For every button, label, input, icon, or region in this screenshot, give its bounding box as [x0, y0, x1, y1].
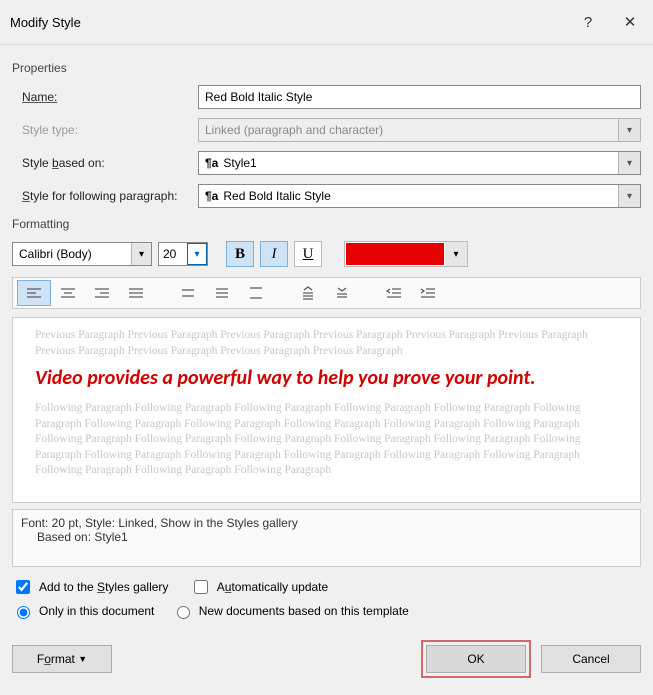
- format-button[interactable]: Format ▼: [12, 645, 112, 673]
- add-to-gallery-checkbox[interactable]: Add to the Styles gallery: [12, 577, 168, 597]
- help-button[interactable]: ?: [567, 8, 609, 36]
- chevron-down-icon: ▾: [618, 119, 640, 141]
- paragraph-toolbar: [12, 277, 641, 309]
- properties-heading: Properties: [12, 61, 641, 75]
- style-type-label: Style type:: [12, 123, 198, 137]
- style-description: Font: 20 pt, Style: Linked, Show in the …: [12, 509, 641, 567]
- preview-next-paragraph: Following Paragraph Following Paragraph …: [35, 401, 622, 479]
- pilcrow-icon: ¶a: [205, 189, 218, 203]
- space-before-dec-button[interactable]: [325, 280, 359, 306]
- style-type-combo: Linked (paragraph and character) ▾: [198, 118, 641, 142]
- following-para-combo[interactable]: ¶aRed Bold Italic Style ▾: [198, 184, 641, 208]
- font-size-combo[interactable]: 20 ▾: [158, 242, 208, 266]
- chevron-down-icon: ▼: [78, 654, 87, 664]
- name-label: Name:: [12, 90, 198, 104]
- space-before-inc-button[interactable]: [291, 280, 325, 306]
- underline-button[interactable]: U: [294, 241, 322, 267]
- formatting-toolbar: Calibri (Body) ▾ 20 ▾ B I U ▾: [12, 241, 641, 267]
- decrease-indent-button[interactable]: [377, 280, 411, 306]
- chevron-down-icon[interactable]: ▾: [618, 152, 640, 174]
- preview-box: Previous Paragraph Previous Paragraph Pr…: [12, 317, 641, 503]
- following-para-label: Style for following paragraph:: [12, 189, 198, 203]
- align-left-button[interactable]: [17, 280, 51, 306]
- formatting-heading: Formatting: [12, 217, 641, 231]
- cancel-button[interactable]: Cancel: [541, 645, 641, 673]
- ok-button[interactable]: OK: [426, 645, 526, 673]
- only-this-doc-radio[interactable]: Only in this document: [12, 603, 154, 619]
- italic-button[interactable]: I: [260, 241, 288, 267]
- increase-indent-button[interactable]: [411, 280, 445, 306]
- align-center-button[interactable]: [51, 280, 85, 306]
- dialog-title: Modify Style: [10, 15, 567, 30]
- ok-highlight: OK: [421, 640, 531, 678]
- bold-button[interactable]: B: [226, 241, 254, 267]
- preview-prev-paragraph: Previous Paragraph Previous Paragraph Pr…: [35, 328, 622, 359]
- align-justify-button[interactable]: [119, 280, 153, 306]
- based-on-combo[interactable]: ¶aStyle1 ▾: [198, 151, 641, 175]
- line-spacing-2-button[interactable]: [239, 280, 273, 306]
- align-right-button[interactable]: [85, 280, 119, 306]
- color-swatch: [345, 242, 445, 266]
- auto-update-checkbox[interactable]: Automatically update: [190, 577, 328, 597]
- line-spacing-1-button[interactable]: [171, 280, 205, 306]
- preview-sample-text: Video provides a powerful way to help yo…: [35, 365, 622, 391]
- close-button[interactable]: ✕: [609, 8, 651, 36]
- chevron-down-icon[interactable]: ▾: [618, 185, 640, 207]
- name-input[interactable]: [198, 85, 641, 109]
- pilcrow-icon: ¶a: [205, 156, 218, 170]
- based-on-label: Style based on:: [12, 156, 198, 170]
- chevron-down-icon[interactable]: ▾: [187, 243, 207, 265]
- chevron-down-icon[interactable]: ▾: [445, 242, 467, 266]
- font-color-combo[interactable]: ▾: [344, 241, 468, 267]
- new-docs-radio[interactable]: New documents based on this template: [172, 603, 409, 619]
- chevron-down-icon[interactable]: ▾: [131, 243, 151, 265]
- titlebar: Modify Style ? ✕: [0, 0, 653, 45]
- line-spacing-15-button[interactable]: [205, 280, 239, 306]
- font-name-combo[interactable]: Calibri (Body) ▾: [12, 242, 152, 266]
